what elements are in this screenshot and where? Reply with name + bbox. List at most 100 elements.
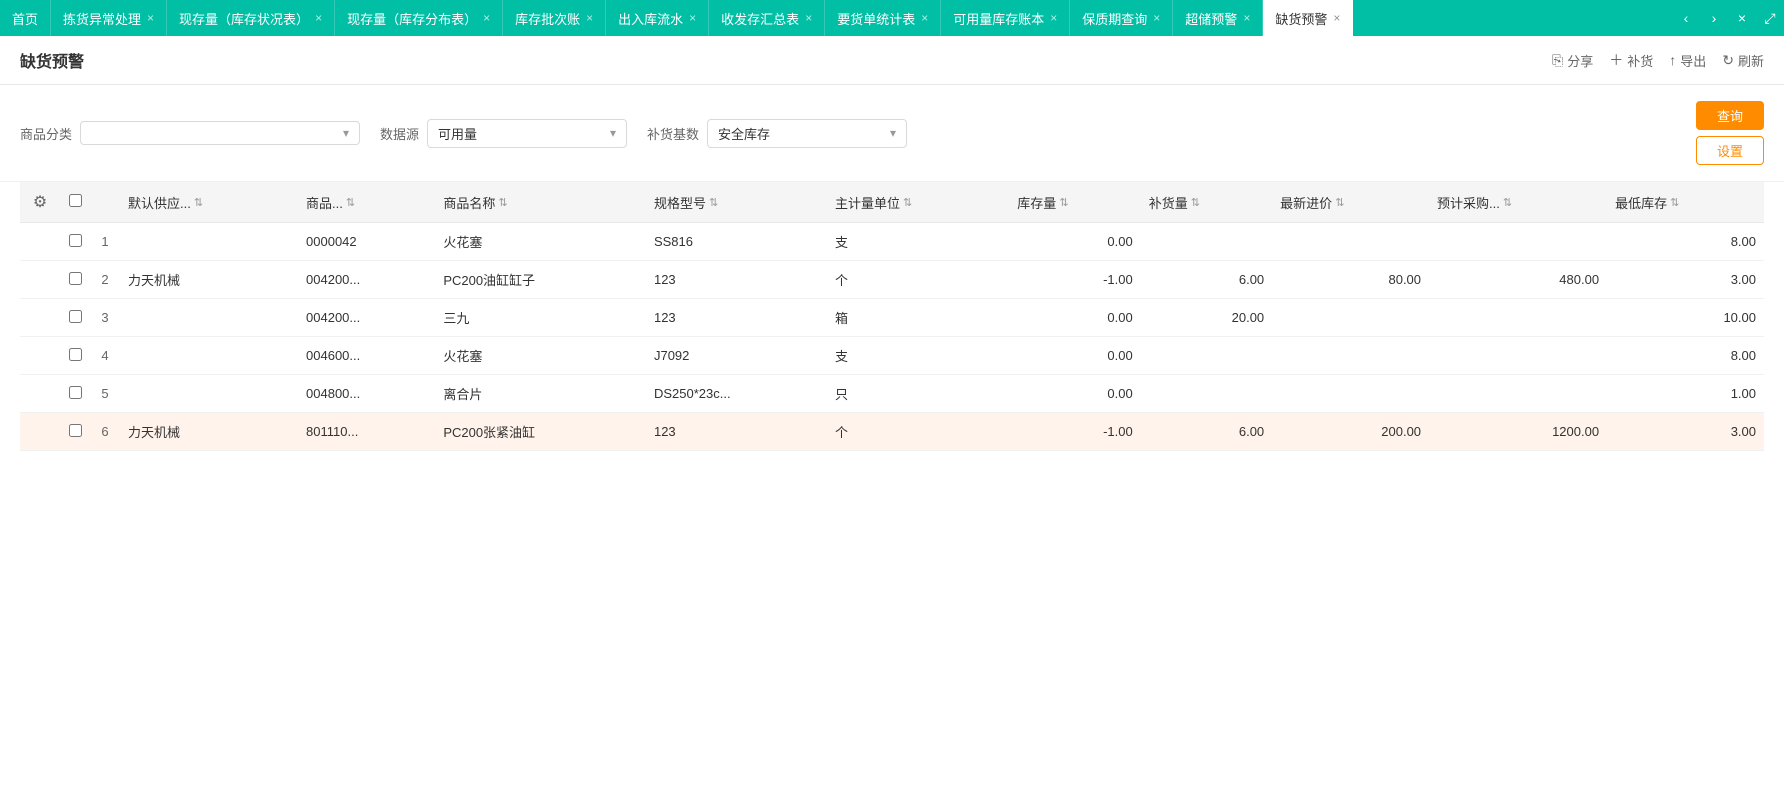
tab-shortage[interactable]: 缺货预警 × bbox=[1263, 0, 1353, 36]
datasource-select[interactable]: 可用量 ▾ bbox=[427, 119, 627, 148]
th-min-stock[interactable]: 最低库存 ⇅ bbox=[1607, 182, 1764, 223]
tab-home[interactable]: 首页 bbox=[0, 0, 51, 36]
row-settings-cell bbox=[20, 413, 60, 451]
row-unit: 个 bbox=[827, 261, 1009, 299]
tab-nav-next[interactable]: › bbox=[1700, 0, 1728, 36]
row-supplier: 力天机械 bbox=[120, 261, 298, 299]
th-product-name[interactable]: 商品名称 ⇅ bbox=[435, 182, 646, 223]
tab-close-available-ledger[interactable]: × bbox=[1050, 11, 1057, 25]
tab-batch[interactable]: 库存批次账 × bbox=[503, 0, 606, 36]
tab-close-batch[interactable]: × bbox=[586, 11, 593, 25]
page-container: 缺货预警 ⎘ 分享 ＋ 补货 ↑ 导出 ↻ 刷新 商品分类 bbox=[0, 36, 1784, 796]
sort-stock-icon: ⇅ bbox=[1059, 196, 1068, 209]
row-checkbox-0[interactable] bbox=[69, 234, 82, 247]
replenish-base-arrow-icon: ▾ bbox=[890, 126, 896, 140]
row-spec: 123 bbox=[646, 413, 827, 451]
tab-maximize[interactable]: ⤢ bbox=[1756, 0, 1784, 36]
tab-close-overstock[interactable]: × bbox=[1243, 11, 1250, 25]
tab-abnormal[interactable]: 拣货异常处理 × bbox=[51, 0, 167, 36]
row-product-code: 004800... bbox=[298, 375, 435, 413]
row-checkbox-5[interactable] bbox=[69, 424, 82, 437]
row-min-stock: 1.00 bbox=[1607, 375, 1764, 413]
row-unit: 支 bbox=[827, 223, 1009, 261]
th-product-code[interactable]: 商品... ⇅ bbox=[298, 182, 435, 223]
tab-close-recv-summary[interactable]: × bbox=[805, 11, 812, 25]
row-checkbox-cell bbox=[60, 413, 90, 451]
datasource-arrow-icon: ▾ bbox=[610, 126, 616, 140]
th-latest-price[interactable]: 最新进价 ⇅ bbox=[1272, 182, 1429, 223]
row-supplier bbox=[120, 337, 298, 375]
replenish-button[interactable]: ＋ 补货 bbox=[1609, 50, 1653, 70]
tab-close-abnormal[interactable]: × bbox=[147, 11, 154, 25]
row-settings-cell bbox=[20, 261, 60, 299]
row-stock: 0.00 bbox=[1009, 223, 1140, 261]
category-arrow-icon: ▾ bbox=[343, 126, 349, 140]
header-actions: ⎘ 分享 ＋ 补货 ↑ 导出 ↻ 刷新 bbox=[1552, 50, 1764, 70]
th-stock[interactable]: 库存量 ⇅ bbox=[1009, 182, 1140, 223]
sort-replenish-icon: ⇅ bbox=[1191, 196, 1200, 209]
row-latest-price bbox=[1272, 223, 1429, 261]
row-checkbox-3[interactable] bbox=[69, 348, 82, 361]
row-checkbox-2[interactable] bbox=[69, 310, 82, 323]
tab-close-inventory-status[interactable]: × bbox=[315, 11, 322, 25]
category-select[interactable]: ▾ bbox=[80, 121, 360, 145]
row-latest-price: 80.00 bbox=[1272, 261, 1429, 299]
row-unit: 只 bbox=[827, 375, 1009, 413]
row-min-stock: 8.00 bbox=[1607, 337, 1764, 375]
page-header: 缺货预警 ⎘ 分享 ＋ 补货 ↑ 导出 ↻ 刷新 bbox=[0, 36, 1784, 85]
row-min-stock: 8.00 bbox=[1607, 223, 1764, 261]
tab-order-stats[interactable]: 要货单统计表 × bbox=[825, 0, 941, 36]
tab-recv-summary[interactable]: 收发存汇总表 × bbox=[709, 0, 825, 36]
export-button[interactable]: ↑ 导出 bbox=[1669, 51, 1706, 70]
row-replenish-qty bbox=[1141, 337, 1272, 375]
tab-expiry[interactable]: 保质期查询 × bbox=[1070, 0, 1173, 36]
th-replenish-qty[interactable]: 补货量 ⇅ bbox=[1141, 182, 1272, 223]
th-default-supplier[interactable]: 默认供应... ⇅ bbox=[120, 182, 298, 223]
tab-close-inout-flow[interactable]: × bbox=[689, 11, 696, 25]
tab-nav-prev[interactable]: ‹ bbox=[1672, 0, 1700, 36]
tab-inout-flow[interactable]: 出入库流水 × bbox=[606, 0, 709, 36]
replenish-base-label: 补货基数 bbox=[647, 124, 699, 143]
row-replenish-qty bbox=[1141, 375, 1272, 413]
row-est-purchase bbox=[1429, 299, 1607, 337]
page-title: 缺货预警 bbox=[20, 48, 84, 72]
row-product-code: 801110... bbox=[298, 413, 435, 451]
replenish-base-select[interactable]: 安全库存 ▾ bbox=[707, 119, 907, 148]
sort-unit-icon: ⇅ bbox=[903, 196, 912, 209]
tab-close-expiry[interactable]: × bbox=[1153, 11, 1160, 25]
tab-close-window[interactable]: × bbox=[1728, 0, 1756, 36]
row-settings-cell bbox=[20, 375, 60, 413]
share-button[interactable]: ⎘ 分享 bbox=[1552, 51, 1593, 70]
tab-close-shortage[interactable]: × bbox=[1333, 11, 1340, 25]
row-est-purchase bbox=[1429, 375, 1607, 413]
tab-overstock[interactable]: 超储预警 × bbox=[1173, 0, 1263, 36]
row-product-name: 火花塞 bbox=[435, 337, 646, 375]
th-checkbox bbox=[60, 182, 90, 223]
row-min-stock: 10.00 bbox=[1607, 299, 1764, 337]
row-num-cell: 6 bbox=[90, 413, 120, 451]
tab-close-order-stats[interactable]: × bbox=[921, 11, 928, 25]
th-settings: ⚙ bbox=[20, 182, 60, 223]
tab-inventory-dist[interactable]: 现存量（库存分布表） × bbox=[335, 0, 503, 36]
th-spec[interactable]: 规格型号 ⇅ bbox=[646, 182, 827, 223]
tab-available-ledger[interactable]: 可用量库存账本 × bbox=[941, 0, 1070, 36]
th-est-purchase[interactable]: 预计采购... ⇅ bbox=[1429, 182, 1607, 223]
row-checkbox-4[interactable] bbox=[69, 386, 82, 399]
sort-minstock-icon: ⇅ bbox=[1670, 196, 1679, 209]
refresh-button[interactable]: ↻ 刷新 bbox=[1722, 51, 1764, 70]
tab-close-inventory-dist[interactable]: × bbox=[483, 11, 490, 25]
refresh-icon: ↻ bbox=[1722, 52, 1734, 69]
tab-inventory-status[interactable]: 现存量（库存状况表） × bbox=[167, 0, 335, 36]
table-row: 3 004200... 三九 123 箱 0.00 20.00 10.00 bbox=[20, 299, 1764, 337]
settings-button[interactable]: 设置 bbox=[1696, 136, 1764, 165]
select-all-checkbox[interactable] bbox=[69, 194, 82, 207]
row-checkbox-1[interactable] bbox=[69, 272, 82, 285]
row-checkbox-cell bbox=[60, 299, 90, 337]
row-spec: 123 bbox=[646, 299, 827, 337]
table-settings-icon[interactable]: ⚙ bbox=[33, 194, 47, 211]
query-button[interactable]: 查询 bbox=[1696, 101, 1764, 130]
datasource-label: 数据源 bbox=[380, 124, 419, 143]
table-row: 2 力天机械 004200... PC200油缸缸子 123 个 -1.00 6… bbox=[20, 261, 1764, 299]
th-unit[interactable]: 主计量单位 ⇅ bbox=[827, 182, 1009, 223]
row-est-purchase: 480.00 bbox=[1429, 261, 1607, 299]
